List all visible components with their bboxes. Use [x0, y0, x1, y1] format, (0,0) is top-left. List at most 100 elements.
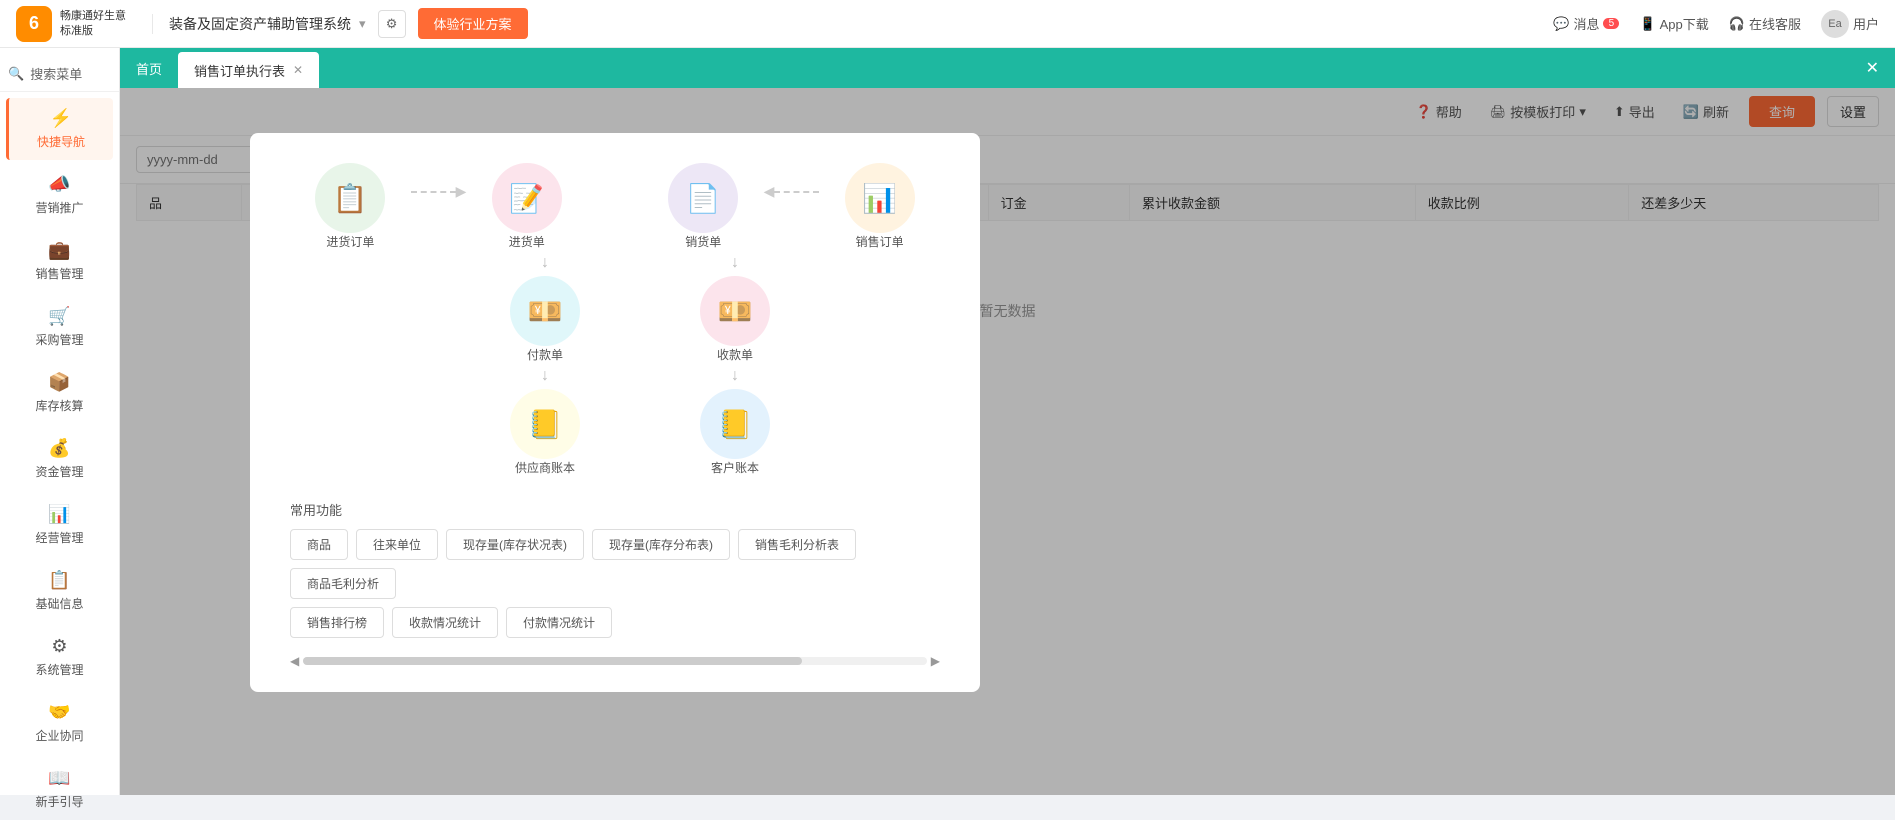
top-bar: 6 畅康通好生意 标准版 装备及固定资产辅助管理系统 ▾ ⚙ 体验行业方案 💬 … [0, 0, 1895, 48]
func-btn-0[interactable]: 商品 [290, 529, 348, 560]
sidebar-item-label: 快捷导航 [37, 133, 85, 150]
purchase-order-icon: 📋 [333, 182, 368, 215]
flow-icon-purchase-order[interactable]: 📋 [315, 163, 385, 233]
sidebar-item-quick-nav[interactable]: ⚡ 快捷导航 [6, 98, 113, 160]
purchase-icon: 🛒 [48, 306, 70, 327]
tab-sales-order-label: 销售订单执行表 [194, 61, 285, 80]
sidebar-item-system[interactable]: ⚙ 系统管理 [6, 626, 113, 688]
message-badge: 5 [1603, 18, 1619, 29]
sales-order-icon: 📊 [862, 182, 897, 215]
func-buttons-row1: 商品往来单位现存量(库存状况表) 现存量(库存分布表) 销售毛利分析表商品毛利分析 [290, 529, 940, 599]
settings-button[interactable]: ⚙ [378, 10, 406, 38]
sidebar-item-guide[interactable]: 📖 新手引导 [6, 758, 113, 820]
sidebar-item-label: 资金管理 [35, 463, 83, 480]
tab-sales-order[interactable]: 销售订单执行表 ✕ [178, 52, 319, 88]
func-btn-6[interactable]: 销售排行榜 [290, 607, 384, 638]
sidebar-item-operations[interactable]: 📊 经营管理 [6, 494, 113, 556]
flow-icon-customer-ledger[interactable]: 📒 [700, 389, 770, 459]
marketing-icon: 📣 [48, 174, 70, 195]
func-btn-5[interactable]: 商品毛利分析 [290, 568, 396, 599]
scroll-right-icon[interactable]: ▶ [931, 654, 940, 668]
guide-icon: 📖 [48, 768, 70, 789]
sidebar-item-label: 营销推广 [35, 199, 83, 216]
sidebar-item-label: 新手引导 [35, 793, 83, 810]
arrow-down-purchase-bill: ↓ [480, 250, 610, 276]
func-btn-3[interactable]: 现存量(库存分布表) [592, 529, 730, 560]
flow-icon-payment[interactable]: 💴 [510, 276, 580, 346]
sidebar-item-basic-info[interactable]: 📋 基础信息 [6, 560, 113, 622]
tab-home[interactable]: 首页 [120, 48, 178, 88]
sidebar-item-purchase[interactable]: 🛒 采购管理 [6, 296, 113, 358]
scroll-left-icon[interactable]: ◀ [290, 654, 299, 668]
main-layout: 🔍 搜索菜单 ⚡ 快捷导航 📣 营销推广 💼 销售管理 🛒 采购管理 📦 库存核… [0, 48, 1895, 795]
sidebar-item-finance[interactable]: 💰 资金管理 [6, 428, 113, 490]
search-menu-item[interactable]: 🔍 搜索菜单 [0, 56, 119, 92]
arrow-down-sales-bill: ↓ [670, 250, 800, 276]
flow-node-purchase-bill: 📝 进货单 [466, 163, 587, 250]
func-btn-7[interactable]: 收款情况统计 [392, 607, 498, 638]
enterprise-icon: 🤝 [48, 702, 70, 723]
func-btn-4[interactable]: 销售毛利分析表 [738, 529, 856, 560]
flow-icon-supplier-ledger[interactable]: 📒 [510, 389, 580, 459]
scrollbar-track[interactable] [303, 657, 927, 665]
message-item[interactable]: 💬 消息 5 [1553, 14, 1619, 33]
user-label: 用户 [1853, 14, 1879, 33]
flow-arrows-down-row: ↓ ↓ [290, 250, 940, 276]
logo-area: 6 畅康通好生意 标准版 [16, 6, 136, 42]
flow-label-supplier-ledger: 供应商账本 [515, 459, 575, 476]
sidebar-item-label: 系统管理 [35, 661, 83, 678]
overlay[interactable]: 📋 进货订单 ▶ [120, 88, 1895, 795]
flow-node-customer-ledger: 📒 客户账本 [670, 389, 800, 476]
operations-icon: 📊 [48, 504, 70, 525]
sales-bill-icon: 📄 [686, 182, 721, 215]
top-right-area: 💬 消息 5 📱 App下载 🎧 在线客服 Ea 用户 [1553, 10, 1879, 38]
message-icon: 💬 [1553, 16, 1569, 32]
sales-icon: 💼 [48, 240, 70, 261]
sidebar-item-label: 基础信息 [35, 595, 83, 612]
flow-icon-sales-bill[interactable]: 📄 [668, 163, 738, 233]
separator [152, 14, 153, 34]
arrow-purchase-to-bill: ▶ [411, 183, 467, 200]
common-functions-title: 常用功能 [290, 500, 940, 519]
dropdown-icon[interactable]: ▾ [359, 16, 366, 32]
quick-nav-icon: ⚡ [50, 108, 72, 129]
sidebar-item-inventory[interactable]: 📦 库存核算 [6, 362, 113, 424]
system-title-dropdown[interactable]: 装备及固定资产辅助管理系统 ▾ [169, 14, 366, 34]
close-window-icon[interactable]: ✕ [1850, 58, 1895, 78]
sidebar-item-sales[interactable]: 💼 销售管理 [6, 230, 113, 292]
sidebar-item-label: 采购管理 [35, 331, 83, 348]
flow-icon-purchase-bill[interactable]: 📝 [492, 163, 562, 233]
arrow-sales-order-to-bill: ◀ [764, 183, 820, 200]
receipt-icon: 💴 [718, 295, 753, 328]
flow-node-supplier-ledger: 📒 供应商账本 [480, 389, 610, 476]
flow-label-customer-ledger: 客户账本 [711, 459, 759, 476]
tab-close-icon[interactable]: ✕ [293, 63, 303, 77]
flow-arrows-down-row2: ↓ ↓ [290, 363, 940, 389]
sidebar-item-label: 销售管理 [35, 265, 83, 282]
func-btn-1[interactable]: 往来单位 [356, 529, 438, 560]
arrow-down-payment: ↓ [480, 363, 610, 389]
quick-nav-dialog: 📋 进货订单 ▶ [250, 133, 980, 692]
headset-icon: 🎧 [1729, 16, 1745, 32]
sidebar-item-marketing[interactable]: 📣 营销推广 [6, 164, 113, 226]
download-icon: 📱 [1639, 16, 1655, 32]
system-title: 装备及固定资产辅助管理系统 [169, 14, 351, 34]
flow-icon-sales-order[interactable]: 📊 [845, 163, 915, 233]
func-btn-8[interactable]: 付款情况统计 [506, 607, 612, 638]
func-buttons-row2: 销售排行榜收款情况统计付款情况统计 [290, 607, 940, 638]
inventory-icon: 📦 [48, 372, 70, 393]
flow-diagram: 📋 进货订单 ▶ [290, 163, 940, 476]
app-download-item[interactable]: 📱 App下载 [1639, 14, 1708, 33]
sidebar-item-enterprise[interactable]: 🤝 企业协同 [6, 692, 113, 754]
app-download-label: App下载 [1660, 14, 1709, 33]
func-btn-2[interactable]: 现存量(库存状况表) [446, 529, 584, 560]
flow-icon-receipt[interactable]: 💴 [700, 276, 770, 346]
online-service-label: 在线客服 [1749, 14, 1801, 33]
tab-bar: 首页 销售订单执行表 ✕ ✕ [120, 48, 1895, 88]
trial-button[interactable]: 体验行业方案 [418, 8, 528, 39]
flow-row-1: 📋 进货订单 ▶ [290, 163, 940, 250]
user-item[interactable]: Ea 用户 [1821, 10, 1879, 38]
arrow-down-receipt: ↓ [670, 363, 800, 389]
online-service-item[interactable]: 🎧 在线客服 [1729, 14, 1801, 33]
customer-ledger-icon: 📒 [718, 408, 753, 441]
